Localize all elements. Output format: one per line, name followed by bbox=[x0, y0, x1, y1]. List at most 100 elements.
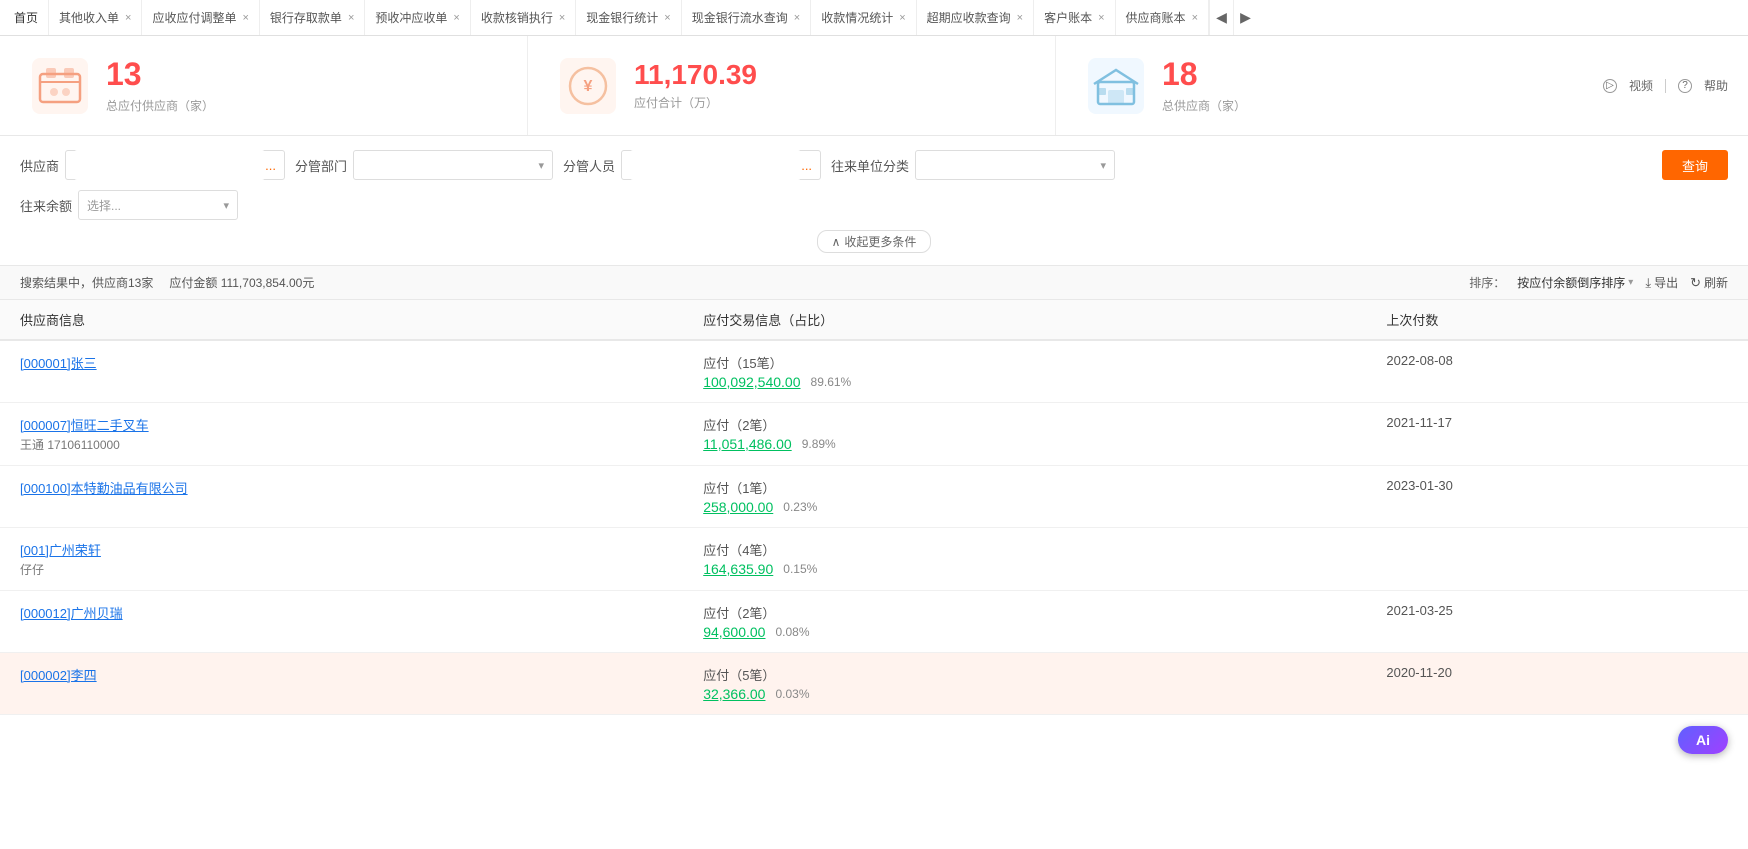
tx-amount[interactable]: 32,366.00 bbox=[703, 686, 765, 702]
person-input[interactable] bbox=[630, 150, 801, 180]
nav-tab-supplier-account[interactable]: 供应商账本 × bbox=[1116, 0, 1209, 36]
nav-tab-collection-exec-label: 收款核销执行 bbox=[481, 9, 553, 26]
close-icon[interactable]: × bbox=[664, 12, 670, 24]
table-body: [000001]张三 应付（15笔） 100,092,540.00 89.61%… bbox=[0, 341, 1748, 849]
person-filter-label: 分管人员 bbox=[563, 156, 615, 175]
nav-tab-cash-bank-flow[interactable]: 现金银行流水查询 × bbox=[682, 0, 811, 36]
export-label: 导出 bbox=[1654, 274, 1678, 291]
close-icon[interactable]: × bbox=[125, 12, 131, 24]
nav-next-button[interactable]: ▶ bbox=[1233, 0, 1257, 36]
supplier-info-cell: [000007]恒旺二手叉车 王通 17106110000 bbox=[20, 415, 703, 453]
tx-info-cell: 应付（4笔） 164,635.90 0.15% bbox=[703, 540, 1386, 577]
nav-tab-collection-stat[interactable]: 收款情况统计 × bbox=[811, 0, 916, 36]
tx-pct: 0.15% bbox=[783, 562, 817, 576]
stat-number-ap-total: 11,170.39 bbox=[634, 60, 757, 91]
nav-tab-overdue[interactable]: 超期应收款查询 × bbox=[917, 0, 1034, 36]
help-link[interactable]: 帮助 bbox=[1704, 77, 1728, 94]
supplier-input[interactable] bbox=[74, 150, 265, 180]
stat-number-total-supplier: 18 bbox=[1162, 57, 1246, 92]
nav-tab-home[interactable]: 首页 bbox=[4, 0, 49, 36]
nav-tab-customer-account[interactable]: 客户账本 × bbox=[1034, 0, 1115, 36]
close-icon[interactable]: × bbox=[794, 12, 800, 24]
close-icon[interactable]: × bbox=[1192, 12, 1198, 24]
tx-info-cell: 应付（2笔） 94,600.00 0.08% bbox=[703, 603, 1386, 640]
last-pay-date: 2022-08-08 bbox=[1386, 353, 1453, 368]
close-icon[interactable]: × bbox=[559, 12, 565, 24]
supplier-link[interactable]: [000002]李四 bbox=[20, 668, 97, 683]
export-icon: ⤓ bbox=[1645, 275, 1651, 291]
balance-arrow-icon: ▾ bbox=[223, 199, 229, 212]
nav-tab-cash-bank-stat[interactable]: 现金银行统计 × bbox=[576, 0, 681, 36]
collapse-button[interactable]: ∧ 收起更多条件 bbox=[817, 230, 932, 253]
balance-select[interactable]: 选择... ▾ bbox=[78, 190, 238, 220]
tx-info-cell: 应付（15笔） 100,092,540.00 89.61% bbox=[703, 353, 1386, 390]
tx-pct: 0.08% bbox=[775, 625, 809, 639]
table-row: [000012]广州贝瑞 应付（2笔） 94,600.00 0.08% 2021… bbox=[0, 591, 1748, 653]
video-link[interactable]: 视频 bbox=[1629, 77, 1653, 94]
filter-dept: 分管部门 ▾ bbox=[295, 150, 553, 180]
filter-row-1: 供应商 ... 分管部门 ▾ 分管人员 ... 往来单位分类 bbox=[20, 150, 1728, 180]
nav-tab-bank-deposit[interactable]: 银行存取款单 × bbox=[260, 0, 365, 36]
tx-amount[interactable]: 164,635.90 bbox=[703, 561, 773, 577]
stat-label-supplier-count: 总应付供应商（家） bbox=[106, 97, 214, 114]
stat-label-ap-total: 应付合计（万） bbox=[634, 94, 757, 111]
supplier-info-cell: [000001]张三 bbox=[20, 353, 703, 372]
collapse-icon: ∧ bbox=[832, 235, 841, 249]
nav-tab-other-income[interactable]: 其他收入单 × bbox=[49, 0, 142, 36]
last-pay-cell: 2021-03-25 bbox=[1386, 603, 1728, 618]
nav-tab-collection-exec[interactable]: 收款核销执行 × bbox=[471, 0, 576, 36]
tx-amount[interactable]: 258,000.00 bbox=[703, 499, 773, 515]
person-ellipsis-btn[interactable]: ... bbox=[801, 158, 812, 173]
export-button[interactable]: ⤓ 导出 bbox=[1645, 274, 1678, 291]
supplier-link[interactable]: [001]广州荣轩 bbox=[20, 543, 101, 558]
refresh-button[interactable]: ↻ 刷新 bbox=[1690, 274, 1728, 291]
sort-down-icon: ▾ bbox=[1628, 277, 1633, 288]
last-pay-date: 2021-03-25 bbox=[1386, 603, 1453, 618]
close-icon[interactable]: × bbox=[242, 12, 248, 24]
tx-info-cell: 应付（5笔） 32,366.00 0.03% bbox=[703, 665, 1386, 702]
tx-pct: 0.03% bbox=[775, 687, 809, 701]
stat-info-total-supplier: 18 总供应商（家） bbox=[1162, 57, 1246, 113]
supplier-link[interactable]: [000012]广州贝瑞 bbox=[20, 606, 123, 621]
col-header-tx: 应付交易信息（占比） bbox=[703, 310, 1386, 329]
tx-amount[interactable]: 11,051,486.00 bbox=[703, 436, 792, 452]
nav-tab-overdue-label: 超期应收款查询 bbox=[927, 9, 1011, 26]
query-button[interactable]: 查询 bbox=[1662, 150, 1728, 180]
stat-block-ap-total: ¥ 11,170.39 应付合计（万） bbox=[528, 36, 1056, 135]
close-icon[interactable]: × bbox=[899, 12, 905, 24]
nav-tab-prepay[interactable]: 预收冲应收单 × bbox=[365, 0, 470, 36]
nav-prev-button[interactable]: ◀ bbox=[1209, 0, 1233, 36]
nav-tab-customer-label: 客户账本 bbox=[1044, 9, 1092, 26]
nav-tab-ap-adjustment[interactable]: 应收应付调整单 × bbox=[142, 0, 259, 36]
close-icon[interactable]: × bbox=[453, 12, 459, 24]
tx-amount[interactable]: 100,092,540.00 bbox=[703, 374, 800, 390]
close-icon[interactable]: × bbox=[1098, 12, 1104, 24]
tx-label: 应付（5笔） bbox=[703, 665, 1386, 684]
tx-pct: 9.89% bbox=[802, 437, 836, 451]
result-actions: 排序： 按应付余额倒序排序 ▾ ⤓ 导出 ↻ 刷新 bbox=[1469, 274, 1728, 291]
close-icon[interactable]: × bbox=[348, 12, 354, 24]
col-header-supplier: 供应商信息 bbox=[20, 310, 703, 329]
svg-text:¥: ¥ bbox=[584, 78, 593, 95]
last-pay-cell: 2022-08-08 bbox=[1386, 353, 1728, 368]
supplier-link[interactable]: [000001]张三 bbox=[20, 356, 97, 371]
sort-value: 按应付余额倒序排序 bbox=[1517, 274, 1625, 291]
stats-bar-links: ▷ 视频 ? 帮助 bbox=[1583, 36, 1748, 135]
supplier-ellipsis-btn[interactable]: ... bbox=[265, 158, 276, 173]
collapse-bar: ∧ 收起更多条件 bbox=[20, 230, 1728, 253]
dept-select[interactable]: ▾ bbox=[353, 150, 553, 180]
filter-row-2: 往来余额 选择... ▾ bbox=[20, 190, 1728, 220]
tx-amount[interactable]: 94,600.00 bbox=[703, 624, 765, 640]
supplier-sub: 仔仔 bbox=[20, 561, 703, 578]
ai-button[interactable]: Ai bbox=[1678, 726, 1728, 754]
category-select[interactable]: ▾ bbox=[915, 150, 1115, 180]
nav-tab-cash-bank-flow-label: 现金银行流水查询 bbox=[692, 9, 788, 26]
filter-supplier: 供应商 ... bbox=[20, 150, 285, 180]
filter-category: 往来单位分类 ▾ bbox=[831, 150, 1115, 180]
sort-select[interactable]: 按应付余额倒序排序 ▾ bbox=[1517, 274, 1633, 291]
result-info: 搜索结果中，供应商13家 应付金额 111,703,854.00元 bbox=[20, 274, 314, 291]
supplier-link[interactable]: [000100]本特勤油品有限公司 bbox=[20, 481, 188, 496]
supplier-link[interactable]: [000007]恒旺二手叉车 bbox=[20, 418, 149, 433]
table-row: [000007]恒旺二手叉车 王通 17106110000 应付（2笔） 11,… bbox=[0, 403, 1748, 466]
close-icon[interactable]: × bbox=[1017, 12, 1023, 24]
